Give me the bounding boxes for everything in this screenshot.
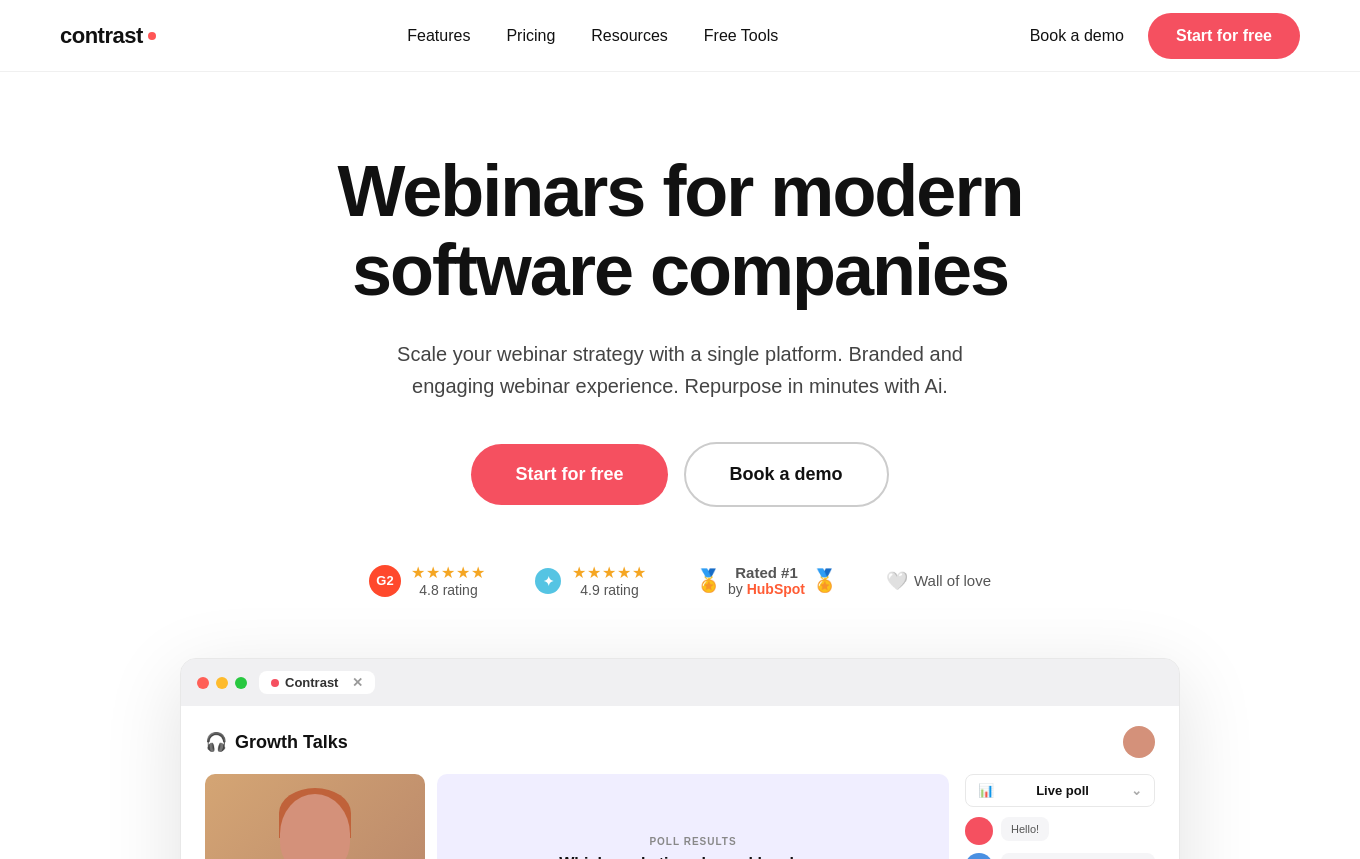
wall-of-love-text: Wall of love bbox=[914, 572, 991, 589]
laurel-left-icon: 🏅 bbox=[695, 568, 722, 594]
traffic-lights bbox=[197, 677, 247, 689]
poll-area: POLL RESULTS Which marketing channel has… bbox=[437, 774, 949, 859]
nav-free-tools[interactable]: Free Tools bbox=[704, 27, 778, 44]
nav-book-demo-link[interactable]: Book a demo bbox=[1030, 27, 1124, 45]
poll-question-text: Which marketing channel has been bbox=[559, 855, 827, 859]
logo[interactable]: contrast bbox=[60, 23, 156, 49]
hero-start-free-button[interactable]: Start for free bbox=[471, 444, 667, 505]
g2-badge: G2 bbox=[369, 565, 401, 597]
capterra-rating-detail: ★★★★★ 4.9 rating bbox=[572, 563, 647, 598]
hero-heading-line1: Webinars for modern bbox=[338, 151, 1023, 231]
chat-avatar-2: M bbox=[965, 853, 993, 859]
ratings-row: G2 ★★★★★ 4.8 rating ✦ ★★★★★ 4.9 rating 🏅 bbox=[60, 563, 1300, 598]
g2-rating-detail: ★★★★★ 4.8 rating bbox=[411, 563, 486, 598]
webinar-icon: 🎧 bbox=[205, 731, 227, 753]
chat-message-1: Hello! bbox=[965, 817, 1155, 845]
laurel-right-icon: 🏅 bbox=[811, 568, 838, 594]
capterra-rating-text: 4.9 rating bbox=[572, 582, 647, 598]
live-poll-label: Live poll bbox=[1036, 783, 1089, 798]
hubspot-rated: 🏅 Rated #1 by HubSpot 🏅 bbox=[695, 564, 838, 597]
hero-subtext: Scale your webinar strategy with a singl… bbox=[370, 338, 990, 402]
webinar-title-text: Growth Talks bbox=[235, 732, 348, 753]
screenshot-content: POLL RESULTS Which marketing channel has… bbox=[205, 774, 1155, 859]
nav-resources[interactable]: Resources bbox=[591, 27, 667, 44]
presenter-thumbnail bbox=[205, 774, 425, 859]
browser-tab: Contrast ✕ bbox=[259, 671, 375, 694]
tab-label: Contrast bbox=[285, 675, 338, 690]
chat-bubble-1: Hello! bbox=[1001, 817, 1049, 841]
browser-bar: Contrast ✕ bbox=[181, 659, 1179, 706]
chat-text-1: Hello! bbox=[1011, 823, 1039, 835]
live-poll-icon: 📊 bbox=[978, 783, 994, 798]
g2-rating-text: 4.8 rating bbox=[411, 582, 486, 598]
hubspot-rating-detail: Rated #1 by HubSpot bbox=[728, 564, 805, 597]
g2-rating: G2 ★★★★★ 4.8 rating bbox=[369, 563, 486, 598]
nav-links: Features Pricing Resources Free Tools bbox=[407, 27, 778, 45]
hero-heading: Webinars for modern software companies bbox=[280, 152, 1080, 310]
g2-stars: ★★★★★ bbox=[411, 563, 486, 582]
nav-right: Book a demo Start for free bbox=[1030, 13, 1300, 59]
logo-text: contrast bbox=[60, 23, 143, 49]
chat-sidebar: 📊 Live poll ⌄ Hello! M bbox=[965, 774, 1155, 859]
capterra-rating: ✦ ★★★★★ 4.9 rating bbox=[534, 563, 647, 598]
host-avatar bbox=[1123, 726, 1155, 758]
svg-text:✦: ✦ bbox=[543, 574, 554, 589]
webinar-title-row: 🎧 Growth Talks bbox=[205, 726, 1155, 758]
close-dot bbox=[197, 677, 209, 689]
hero-book-demo-button[interactable]: Book a demo bbox=[684, 442, 889, 507]
capterra-stars: ★★★★★ bbox=[572, 563, 647, 582]
hubspot-by-text: by HubSpot bbox=[728, 581, 805, 597]
nav-pricing[interactable]: Pricing bbox=[506, 27, 555, 44]
maximize-dot bbox=[235, 677, 247, 689]
hero-buttons: Start for free Book a demo bbox=[60, 442, 1300, 507]
chat-messages: Hello! M Maxim Where're you joining from… bbox=[965, 817, 1155, 859]
heart-icon: 🤍 bbox=[886, 570, 908, 592]
wall-of-love: 🤍 Wall of love bbox=[886, 570, 991, 592]
tab-close-icon[interactable]: ✕ bbox=[352, 675, 363, 690]
hubspot-rated-text: Rated #1 bbox=[728, 564, 805, 581]
hero-section: Webinars for modern software companies S… bbox=[0, 72, 1360, 859]
video-area: POLL RESULTS Which marketing channel has… bbox=[205, 774, 949, 859]
avatar-main bbox=[1123, 726, 1155, 758]
chat-bubble-2: Maxim Where're you joining from? We're i… bbox=[1001, 853, 1155, 859]
minimize-dot bbox=[216, 677, 228, 689]
hero-heading-line2: software companies bbox=[352, 230, 1008, 310]
chat-avatar-1 bbox=[965, 817, 993, 845]
nav-start-free-button[interactable]: Start for free bbox=[1148, 13, 1300, 59]
logo-dot bbox=[148, 32, 156, 40]
screenshot-body: 🎧 Growth Talks POLL RESULTS bbox=[181, 706, 1179, 859]
capterra-badge: ✦ bbox=[534, 567, 562, 595]
tab-favicon bbox=[271, 679, 279, 687]
poll-results-label: POLL RESULTS bbox=[649, 836, 736, 847]
nav-features[interactable]: Features bbox=[407, 27, 470, 44]
live-poll-header: 📊 Live poll ⌄ bbox=[965, 774, 1155, 807]
capterra-icon: ✦ bbox=[534, 567, 562, 595]
product-screenshot: Contrast ✕ 🎧 Growth Talks bbox=[180, 658, 1180, 859]
chat-message-2: M Maxim Where're you joining from? We're… bbox=[965, 853, 1155, 859]
main-nav: contrast Features Pricing Resources Free… bbox=[0, 0, 1360, 72]
chevron-down-icon: ⌄ bbox=[1131, 783, 1142, 798]
